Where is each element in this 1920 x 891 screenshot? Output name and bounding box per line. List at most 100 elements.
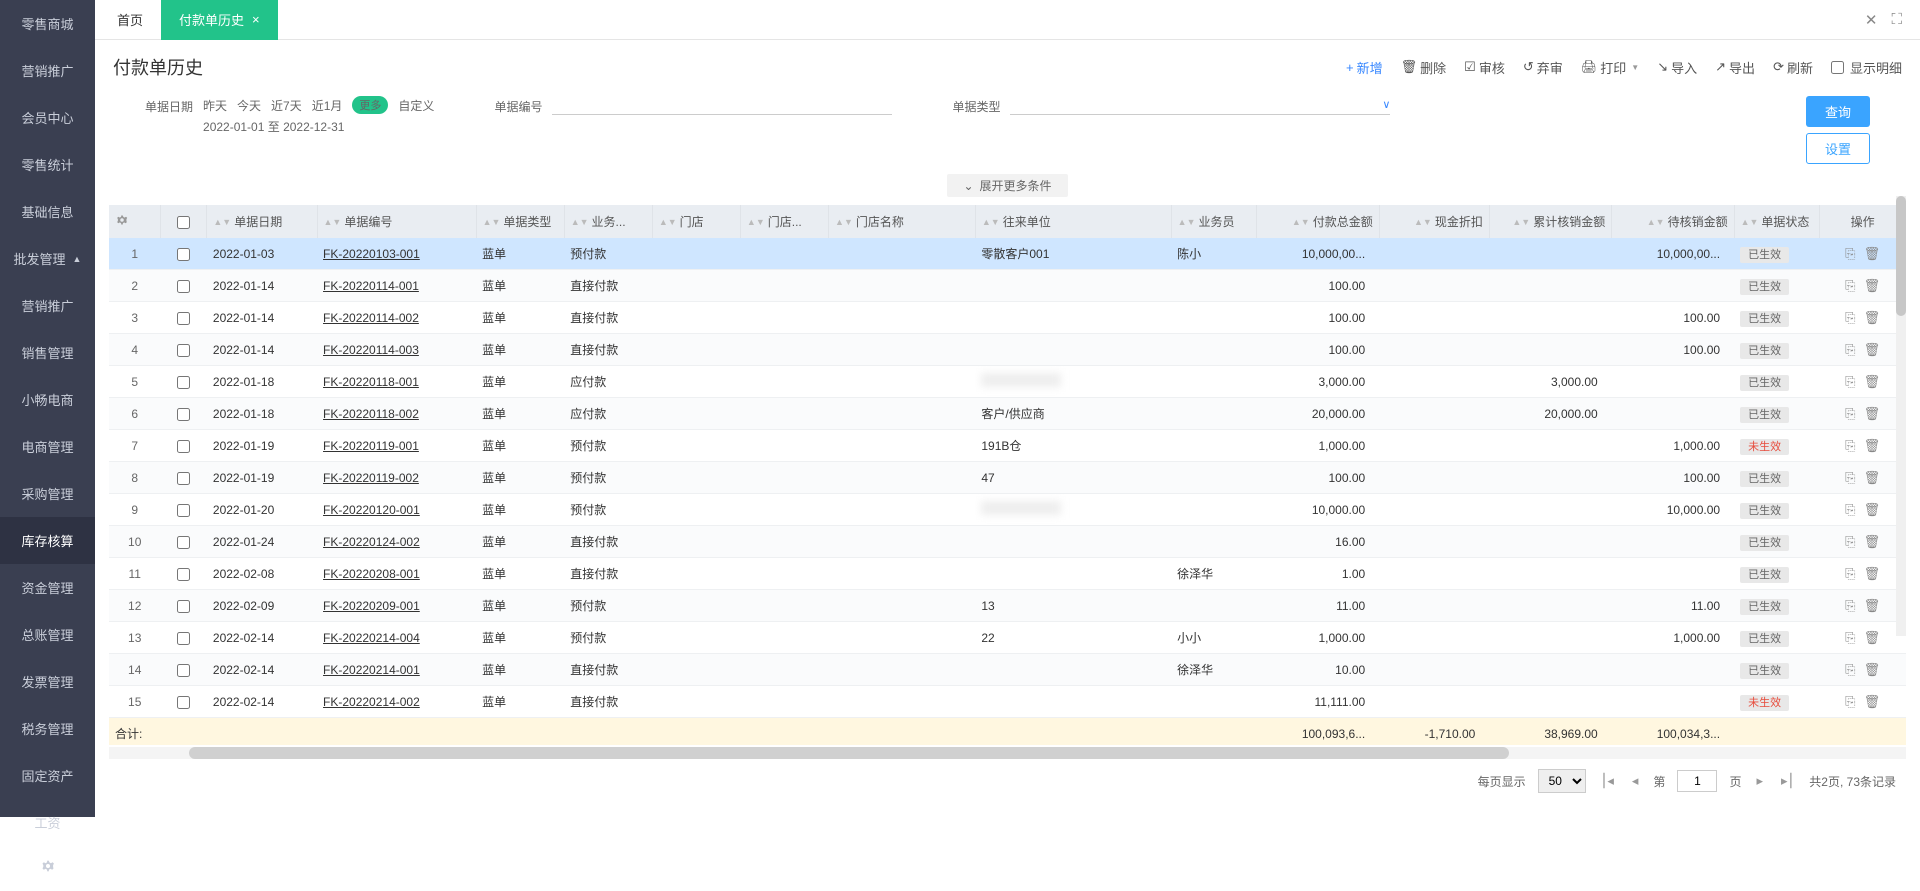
- sidebar-settings[interactable]: [0, 846, 95, 891]
- delete-icon[interactable]: 🗑: [1864, 278, 1881, 293]
- row-checkbox[interactable]: [177, 280, 190, 293]
- sidebar-item[interactable]: 工资: [0, 799, 95, 846]
- sidebar-item[interactable]: 发票管理: [0, 658, 95, 705]
- doc-link[interactable]: FK-20220124-002: [323, 535, 420, 549]
- table-row[interactable]: 152022-02-14FK-20220214-002蓝单直接付款11,111.…: [109, 686, 1906, 718]
- date-yesterday[interactable]: 昨天: [203, 97, 227, 114]
- print-button[interactable]: 🖨打印▼: [1581, 58, 1639, 77]
- table-row[interactable]: 132022-02-14FK-20220214-004蓝单预付款22小小1,00…: [109, 622, 1906, 654]
- scrollbar-thumb[interactable]: [189, 747, 1509, 759]
- delete-icon[interactable]: 🗑: [1864, 502, 1881, 517]
- col-doctype[interactable]: ▲▼单据类型: [476, 205, 564, 238]
- col-storename[interactable]: ▲▼门店名称: [829, 205, 976, 238]
- sidebar-item[interactable]: 小畅电商: [0, 376, 95, 423]
- table-row[interactable]: 22022-01-14FK-20220114-001蓝单直接付款100.00已生…: [109, 270, 1906, 302]
- sidebar-item[interactable]: 总账管理: [0, 611, 95, 658]
- copy-icon[interactable]: ⎘: [1845, 694, 1855, 709]
- sidebar-item[interactable]: 税务管理: [0, 705, 95, 752]
- date-7d[interactable]: 近7天: [271, 97, 302, 114]
- page-input[interactable]: [1677, 770, 1717, 792]
- horizontal-scrollbar[interactable]: [109, 747, 1906, 759]
- sidebar-item[interactable]: 销售管理: [0, 329, 95, 376]
- row-checkbox[interactable]: [177, 536, 190, 549]
- tab-close-all-icon[interactable]: ✕: [1865, 11, 1878, 29]
- last-page-button[interactable]: ▸⎮: [1778, 773, 1797, 789]
- delete-icon[interactable]: 🗑: [1864, 246, 1881, 261]
- sidebar-item[interactable]: 基础信息: [0, 188, 95, 235]
- copy-icon[interactable]: ⎘: [1845, 598, 1855, 613]
- detail-checkbox[interactable]: [1831, 61, 1844, 74]
- copy-icon[interactable]: ⎘: [1845, 470, 1855, 485]
- row-checkbox[interactable]: [177, 696, 190, 709]
- delete-icon[interactable]: 🗑: [1864, 438, 1881, 453]
- sidebar-item[interactable]: 采购管理: [0, 470, 95, 517]
- col-discount[interactable]: ▲▼现金折扣: [1379, 205, 1489, 238]
- row-checkbox[interactable]: [177, 600, 190, 613]
- type-select[interactable]: ∨: [1010, 96, 1390, 115]
- fullscreen-icon[interactable]: ⛶: [1891, 11, 1902, 29]
- doc-link[interactable]: FK-20220119-001: [323, 439, 419, 453]
- sidebar-item[interactable]: 会员中心: [0, 94, 95, 141]
- doc-link[interactable]: FK-20220114-003: [323, 343, 419, 357]
- doc-link[interactable]: FK-20220120-001: [323, 503, 420, 517]
- doc-link[interactable]: FK-20220118-001: [323, 375, 419, 389]
- copy-icon[interactable]: ⎘: [1845, 662, 1855, 677]
- date-today[interactable]: 今天: [237, 97, 261, 114]
- table-row[interactable]: 92022-01-20FK-20220120-001蓝单预付款10,000.00…: [109, 494, 1906, 526]
- copy-icon[interactable]: ⎘: [1845, 566, 1855, 581]
- table-row[interactable]: 122022-02-09FK-20220209-001蓝单预付款1311.001…: [109, 590, 1906, 622]
- col-store[interactable]: ▲▼门店: [652, 205, 740, 238]
- sidebar-item[interactable]: 资金管理: [0, 564, 95, 611]
- delete-icon[interactable]: 🗑: [1864, 374, 1881, 389]
- delete-icon[interactable]: 🗑: [1864, 630, 1881, 645]
- query-button[interactable]: 查询: [1806, 96, 1870, 127]
- doc-link[interactable]: FK-20220118-002: [323, 407, 419, 421]
- row-checkbox[interactable]: [177, 632, 190, 645]
- table-row[interactable]: 52022-01-18FK-20220118-001蓝单应付款3,000.003…: [109, 366, 1906, 398]
- col-storecode[interactable]: ▲▼门店...: [740, 205, 828, 238]
- delete-icon[interactable]: 🗑: [1864, 566, 1881, 581]
- col-salesman[interactable]: ▲▼业务员: [1171, 205, 1257, 238]
- table-row[interactable]: 72022-01-19FK-20220119-001蓝单预付款191B仓1,00…: [109, 430, 1906, 462]
- row-checkbox[interactable]: [177, 408, 190, 421]
- expand-filters-button[interactable]: ⌄ 展开更多条件: [947, 174, 1067, 197]
- code-input[interactable]: [552, 96, 892, 115]
- col-total[interactable]: ▲▼付款总金额: [1257, 205, 1379, 238]
- delete-icon[interactable]: 🗑: [1864, 534, 1881, 549]
- vertical-scrollbar[interactable]: [1896, 196, 1906, 636]
- sidebar-item[interactable]: 营销推广: [0, 282, 95, 329]
- delete-icon[interactable]: 🗑: [1864, 342, 1881, 357]
- copy-icon[interactable]: ⎘: [1845, 502, 1855, 517]
- delete-icon[interactable]: 🗑: [1864, 598, 1881, 613]
- row-checkbox[interactable]: [177, 664, 190, 677]
- table-row[interactable]: 102022-01-24FK-20220124-002蓝单直接付款16.00已生…: [109, 526, 1906, 558]
- copy-icon[interactable]: ⎘: [1845, 534, 1855, 549]
- column-settings[interactable]: [109, 205, 160, 238]
- delete-icon[interactable]: 🗑: [1864, 310, 1881, 325]
- copy-icon[interactable]: ⎘: [1845, 438, 1855, 453]
- date-more[interactable]: 更多: [352, 96, 388, 114]
- doc-link[interactable]: FK-20220214-002: [323, 695, 420, 709]
- copy-icon[interactable]: ⎘: [1845, 246, 1855, 261]
- scrollbar-thumb[interactable]: [1896, 196, 1906, 316]
- import-button[interactable]: ↘导入: [1657, 58, 1697, 77]
- col-biz[interactable]: ▲▼业务...: [564, 205, 652, 238]
- delete-icon[interactable]: 🗑: [1864, 662, 1881, 677]
- col-partner[interactable]: ▲▼往来单位: [975, 205, 1171, 238]
- copy-icon[interactable]: ⎘: [1845, 374, 1855, 389]
- copy-icon[interactable]: ⎘: [1845, 278, 1855, 293]
- sidebar-item[interactable]: 零售商城: [0, 0, 95, 47]
- abandon-button[interactable]: ↺弃审: [1523, 58, 1563, 77]
- row-checkbox[interactable]: [177, 472, 190, 485]
- doc-link[interactable]: FK-20220103-001: [323, 247, 420, 261]
- copy-icon[interactable]: ⎘: [1845, 342, 1855, 357]
- row-checkbox[interactable]: [177, 568, 190, 581]
- table-row[interactable]: 82022-01-19FK-20220119-002蓝单预付款47100.001…: [109, 462, 1906, 494]
- doc-link[interactable]: FK-20220114-002: [323, 311, 419, 325]
- next-page-button[interactable]: ▸: [1753, 773, 1766, 789]
- delete-button[interactable]: 🗑删除: [1401, 58, 1447, 77]
- doc-link[interactable]: FK-20220208-001: [323, 567, 420, 581]
- table-row[interactable]: 12022-01-03FK-20220103-001蓝单预付款零散客户001陈小…: [109, 238, 1906, 270]
- doc-link[interactable]: FK-20220214-004: [323, 631, 420, 645]
- row-checkbox[interactable]: [177, 376, 190, 389]
